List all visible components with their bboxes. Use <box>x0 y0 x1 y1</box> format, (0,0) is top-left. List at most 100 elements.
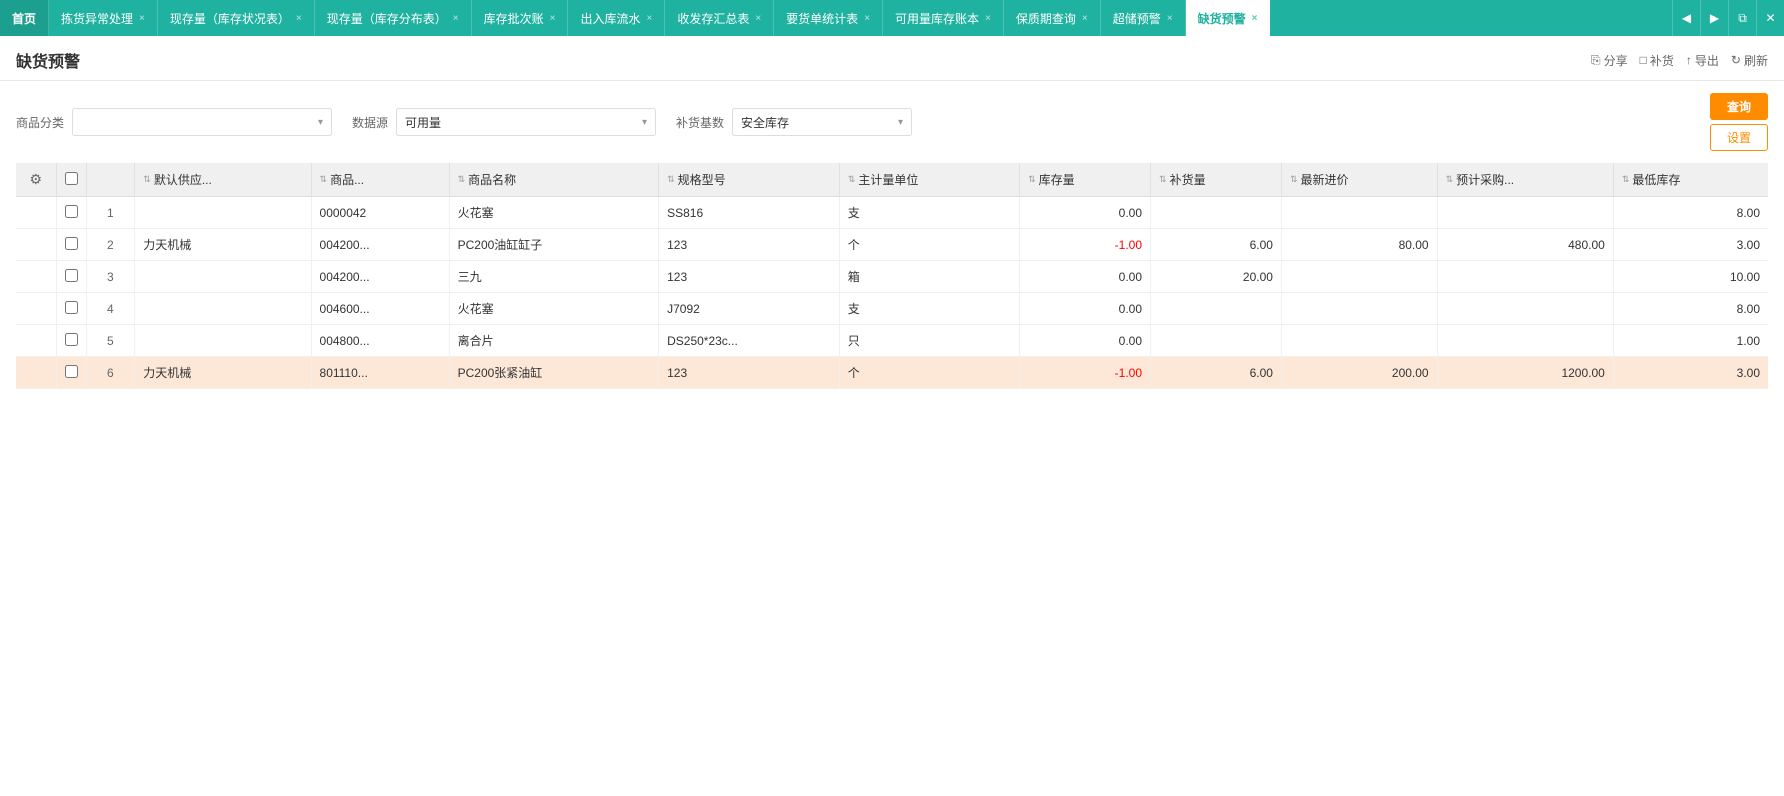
window-close-btn[interactable]: ✕ <box>1756 0 1784 36</box>
tab-item-home[interactable]: 首页 <box>0 0 49 36</box>
sort-code-icon: ⇅ <box>320 174 328 185</box>
prev-tab-icon: ◀ <box>1682 11 1691 25</box>
tab-item-8[interactable]: 可用量库存账本× <box>883 0 1004 36</box>
datasource-select[interactable]: 可用量 ▾ <box>396 108 656 136</box>
row-checkbox[interactable] <box>65 365 78 378</box>
tab-close-11[interactable]: × <box>1252 13 1258 24</box>
row-check-cell <box>56 261 86 293</box>
row-unit: 箱 <box>839 261 1019 293</box>
page-header: 缺货预警 ⎘ 分享 □ 补货 ↑ 导出 ↻ 刷新 <box>0 36 1784 81</box>
share-button[interactable]: ⎘ 分享 <box>1591 52 1628 69</box>
row-default-supplier <box>135 261 311 293</box>
tab-close-6[interactable]: × <box>755 13 761 24</box>
row-stock: -1.00 <box>1020 357 1151 389</box>
row-product-code: 004800... <box>311 325 449 357</box>
query-button[interactable]: 查询 <box>1710 93 1768 120</box>
tab-close-8[interactable]: × <box>985 13 991 24</box>
table-header-row: ⚙ ⇅ 默认供应... ⇅ 商 <box>16 163 1768 197</box>
row-checkbox[interactable] <box>65 269 78 282</box>
row-num: 2 <box>86 229 135 261</box>
th-spec[interactable]: ⇅ 规格型号 <box>659 163 840 197</box>
th-stock[interactable]: ⇅ 库存量 <box>1020 163 1151 197</box>
data-table: ⚙ ⇅ 默认供应... ⇅ 商 <box>16 163 1768 389</box>
tab-close-2[interactable]: × <box>296 13 302 24</box>
tab-close-3[interactable]: × <box>453 13 459 24</box>
th-min-stock[interactable]: ⇅ 最低库存 <box>1613 163 1768 197</box>
row-min-stock: 3.00 <box>1613 229 1768 261</box>
th-unit[interactable]: ⇅ 主计量单位 <box>839 163 1019 197</box>
tab-close-5[interactable]: × <box>646 13 652 24</box>
th-stock-label: 库存量 <box>1039 171 1075 188</box>
tab-close-10[interactable]: × <box>1167 13 1173 24</box>
th-product-name[interactable]: ⇅ 商品名称 <box>449 163 658 197</box>
row-checkbox[interactable] <box>65 301 78 314</box>
category-chevron-icon: ▾ <box>318 117 323 128</box>
row-est-purchase <box>1437 293 1613 325</box>
row-checkbox[interactable] <box>65 333 78 346</box>
tab-item-9[interactable]: 保质期查询× <box>1004 0 1101 36</box>
tab-close-9[interactable]: × <box>1082 13 1088 24</box>
row-spec: 123 <box>659 261 840 293</box>
row-replenish: 20.00 <box>1151 261 1282 293</box>
tab-close-7[interactable]: × <box>864 13 870 24</box>
tab-next-btn[interactable]: ▶ <box>1700 0 1728 36</box>
th-product-code[interactable]: ⇅ 商品... <box>311 163 449 197</box>
table-row: 10000042火花塞SS816支0.008.00 <box>16 197 1768 229</box>
row-product-name: 火花塞 <box>449 293 658 325</box>
row-checkbox[interactable] <box>65 205 78 218</box>
export-label: 导出 <box>1695 52 1719 69</box>
row-latest-price <box>1281 293 1437 325</box>
row-check-cell <box>56 229 86 261</box>
window-close-icon: ✕ <box>1765 11 1775 25</box>
row-default-supplier <box>135 325 311 357</box>
table-container: ⚙ ⇅ 默认供应... ⇅ 商 <box>0 163 1784 389</box>
row-spec: 123 <box>659 357 840 389</box>
table-row: 6力天机械801110...PC200张紧油缸123个-1.006.00200.… <box>16 357 1768 389</box>
tab-item-3[interactable]: 现存量（库存分布表）× <box>315 0 472 36</box>
row-unit: 只 <box>839 325 1019 357</box>
tab-item-5[interactable]: 出入库流水× <box>568 0 665 36</box>
export-button[interactable]: ↑ 导出 <box>1686 52 1719 69</box>
refresh-button[interactable]: ↻ 刷新 <box>1731 52 1768 69</box>
window-restore-btn[interactable]: ⧉ <box>1728 0 1756 36</box>
row-product-name: 三九 <box>449 261 658 293</box>
tab-close-1[interactable]: × <box>139 13 145 24</box>
table-row: 2力天机械004200...PC200油缸缸子123个-1.006.0080.0… <box>16 229 1768 261</box>
table-gear-icon[interactable]: ⚙ <box>29 171 42 187</box>
th-replenish[interactable]: ⇅ 补货量 <box>1151 163 1282 197</box>
tab-close-4[interactable]: × <box>550 13 556 24</box>
sort-name-icon: ⇅ <box>458 174 466 185</box>
replenish-base-select[interactable]: 安全库存 ▾ <box>732 108 912 136</box>
replenish-button[interactable]: □ 补货 <box>1640 52 1674 69</box>
row-product-code: 004200... <box>311 229 449 261</box>
row-num: 1 <box>86 197 135 229</box>
tab-item-1[interactable]: 拣货异常处理× <box>49 0 158 36</box>
tab-item-2[interactable]: 现存量（库存状况表）× <box>158 0 315 36</box>
query-action-btns: 查询 设置 <box>1710 93 1768 151</box>
tab-prev-btn[interactable]: ◀ <box>1672 0 1700 36</box>
row-checkbox[interactable] <box>65 237 78 250</box>
th-est-purchase[interactable]: ⇅ 预计采购... <box>1437 163 1613 197</box>
category-select[interactable]: ▾ <box>72 108 332 136</box>
row-latest-price: 200.00 <box>1281 357 1437 389</box>
row-default-supplier: 力天机械 <box>135 357 311 389</box>
table-row: 5004800...离合片DS250*23c...只0.001.00 <box>16 325 1768 357</box>
tab-item-7[interactable]: 要货单统计表× <box>774 0 883 36</box>
th-default-supplier[interactable]: ⇅ 默认供应... <box>135 163 311 197</box>
row-spec: J7092 <box>659 293 840 325</box>
header-actions: ⎘ 分享 □ 补货 ↑ 导出 ↻ 刷新 <box>1591 52 1768 69</box>
row-latest-price <box>1281 325 1437 357</box>
th-latest-price[interactable]: ⇅ 最新进价 <box>1281 163 1437 197</box>
row-product-code: 0000042 <box>311 197 449 229</box>
select-all-checkbox[interactable] <box>65 172 78 185</box>
tab-item-11[interactable]: 缺货预警× <box>1186 0 1271 36</box>
tab-item-10[interactable]: 超储预警× <box>1101 0 1186 36</box>
tab-item-4[interactable]: 库存批次账× <box>472 0 569 36</box>
th-latest-price-label: 最新进价 <box>1301 171 1349 188</box>
settings-button[interactable]: 设置 <box>1710 124 1768 151</box>
tab-item-6[interactable]: 收发存汇总表× <box>665 0 774 36</box>
row-num: 3 <box>86 261 135 293</box>
row-product-code: 004200... <box>311 261 449 293</box>
sort-spec-icon: ⇅ <box>667 174 675 185</box>
row-min-stock: 10.00 <box>1613 261 1768 293</box>
